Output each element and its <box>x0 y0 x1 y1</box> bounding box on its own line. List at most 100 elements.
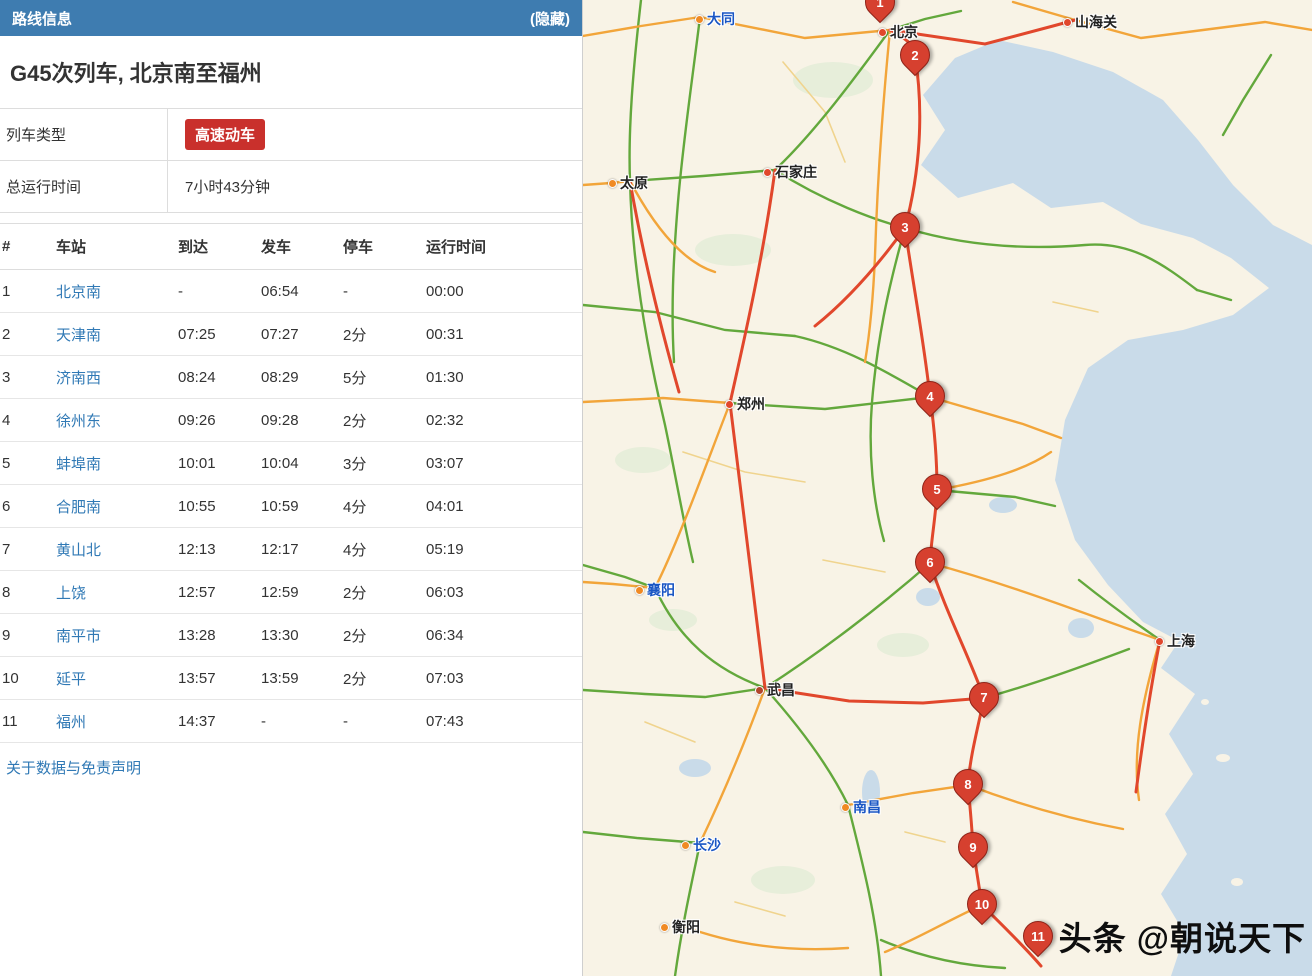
stop-cell: 4分 <box>335 485 418 528</box>
app: 路线信息 (隐藏) G45次列车, 北京南至福州 列车类型 高速动车 总运行时间… <box>0 0 1312 976</box>
map-city: 武昌 <box>755 680 795 700</box>
station-link[interactable]: 上饶 <box>56 585 86 602</box>
elapsed-cell: 05:19 <box>418 528 582 571</box>
total-time-label: 总运行时间 <box>0 161 168 212</box>
elapsed-cell: 00:00 <box>418 270 582 313</box>
stop-cell: 3分 <box>335 442 418 485</box>
map-city: 衡阳 <box>660 917 700 937</box>
depart-cell: 13:59 <box>253 657 335 700</box>
map-region[interactable]: 大同北京山海关太原石家庄郑州襄阳武昌南昌长沙衡阳上海 1234567891011… <box>583 0 1312 976</box>
station-link[interactable]: 北京南 <box>56 284 101 301</box>
station-link[interactable]: 南平市 <box>56 628 101 645</box>
station-cell: 合肥南 <box>48 485 170 528</box>
row-number-cell: 1 <box>0 270 48 313</box>
marker-number: 1 <box>866 0 894 16</box>
marker-number: 5 <box>923 475 951 503</box>
map-city: 南昌 <box>841 797 881 817</box>
city-name: 郑州 <box>737 394 765 414</box>
row-number-cell: 3 <box>0 356 48 399</box>
station-link[interactable]: 蚌埠南 <box>56 456 101 473</box>
row-number-cell: 6 <box>0 485 48 528</box>
table-row: 6合肥南10:5510:594分04:01 <box>0 485 582 528</box>
marker-number: 10 <box>968 890 996 918</box>
panel-header: 路线信息 (隐藏) <box>0 0 582 36</box>
station-cell: 南平市 <box>48 614 170 657</box>
city-dot-icon <box>660 923 669 932</box>
table-row: 5蚌埠南10:0110:043分03:07 <box>0 442 582 485</box>
stop-cell: - <box>335 270 418 313</box>
depart-cell: - <box>253 700 335 743</box>
route-info-panel: 路线信息 (隐藏) G45次列车, 北京南至福州 列车类型 高速动车 总运行时间… <box>0 0 583 976</box>
arrive-cell: 08:24 <box>170 356 253 399</box>
row-number-cell: 2 <box>0 313 48 356</box>
city-dot-icon <box>1155 637 1164 646</box>
table-row: 2天津南07:2507:272分00:31 <box>0 313 582 356</box>
depart-cell: 09:28 <box>253 399 335 442</box>
lake <box>679 759 711 777</box>
row-number-cell: 9 <box>0 614 48 657</box>
island <box>1201 699 1209 705</box>
marker-number: 11 <box>1024 922 1052 950</box>
elapsed-cell: 02:32 <box>418 399 582 442</box>
elapsed-cell: 07:43 <box>418 700 582 743</box>
station-cell: 蚌埠南 <box>48 442 170 485</box>
station-cell: 上饶 <box>48 571 170 614</box>
arrive-cell: 09:26 <box>170 399 253 442</box>
station-link[interactable]: 天津南 <box>56 327 101 344</box>
marker-number: 7 <box>970 683 998 711</box>
arrive-cell: 10:01 <box>170 442 253 485</box>
row-number-cell: 7 <box>0 528 48 571</box>
park-area <box>615 447 671 473</box>
table-row: 4徐州东09:2609:282分02:32 <box>0 399 582 442</box>
station-link[interactable]: 黄山北 <box>56 542 101 559</box>
station-link[interactable]: 徐州东 <box>56 413 101 430</box>
station-link[interactable]: 延平 <box>56 671 86 688</box>
elapsed-cell: 01:30 <box>418 356 582 399</box>
hide-link[interactable]: (隐藏) <box>530 8 570 29</box>
map-city: 太原 <box>608 173 648 193</box>
elapsed-cell: 03:07 <box>418 442 582 485</box>
map-city: 长沙 <box>681 835 721 855</box>
marker-number: 6 <box>916 548 944 576</box>
lake <box>989 497 1017 513</box>
panel-title: 路线信息 <box>12 8 72 29</box>
station-link[interactable]: 福州 <box>56 714 86 731</box>
island <box>1216 754 1230 762</box>
disclaimer-link[interactable]: 关于数据与免责声明 <box>6 757 141 778</box>
station-cell: 北京南 <box>48 270 170 313</box>
column-header: 停车 <box>335 224 418 270</box>
arrive-cell: 12:57 <box>170 571 253 614</box>
table-row: 10延平13:5713:592分07:03 <box>0 657 582 700</box>
depart-cell: 10:04 <box>253 442 335 485</box>
table-row: 11福州14:37--07:43 <box>0 700 582 743</box>
row-number-cell: 10 <box>0 657 48 700</box>
city-dot-icon <box>681 841 690 850</box>
map-city: 郑州 <box>725 394 765 414</box>
marker-number: 4 <box>916 382 944 410</box>
column-header: 车站 <box>48 224 170 270</box>
row-number-cell: 8 <box>0 571 48 614</box>
arrive-cell: 13:28 <box>170 614 253 657</box>
marker-number: 2 <box>901 41 929 69</box>
table-row: 1北京南-06:54-00:00 <box>0 270 582 313</box>
arrive-cell: 14:37 <box>170 700 253 743</box>
elapsed-cell: 00:31 <box>418 313 582 356</box>
park-area <box>877 633 929 657</box>
station-cell: 济南西 <box>48 356 170 399</box>
station-link[interactable]: 济南西 <box>56 370 101 387</box>
map-city: 山海关 <box>1063 12 1117 32</box>
map-city: 上海 <box>1155 631 1195 651</box>
city-dot-icon <box>1063 18 1072 27</box>
depart-cell: 12:17 <box>253 528 335 571</box>
station-cell: 徐州东 <box>48 399 170 442</box>
depart-cell: 07:27 <box>253 313 335 356</box>
city-dot-icon <box>635 586 644 595</box>
watermark: 头条 @朝说天下 <box>1059 912 1306 960</box>
arrive-cell: 13:57 <box>170 657 253 700</box>
island <box>1231 878 1243 886</box>
city-name: 武昌 <box>767 680 795 700</box>
station-link[interactable]: 合肥南 <box>56 499 101 516</box>
depart-cell: 08:29 <box>253 356 335 399</box>
city-name: 大同 <box>707 9 735 29</box>
table-row: 7黄山北12:1312:174分05:19 <box>0 528 582 571</box>
